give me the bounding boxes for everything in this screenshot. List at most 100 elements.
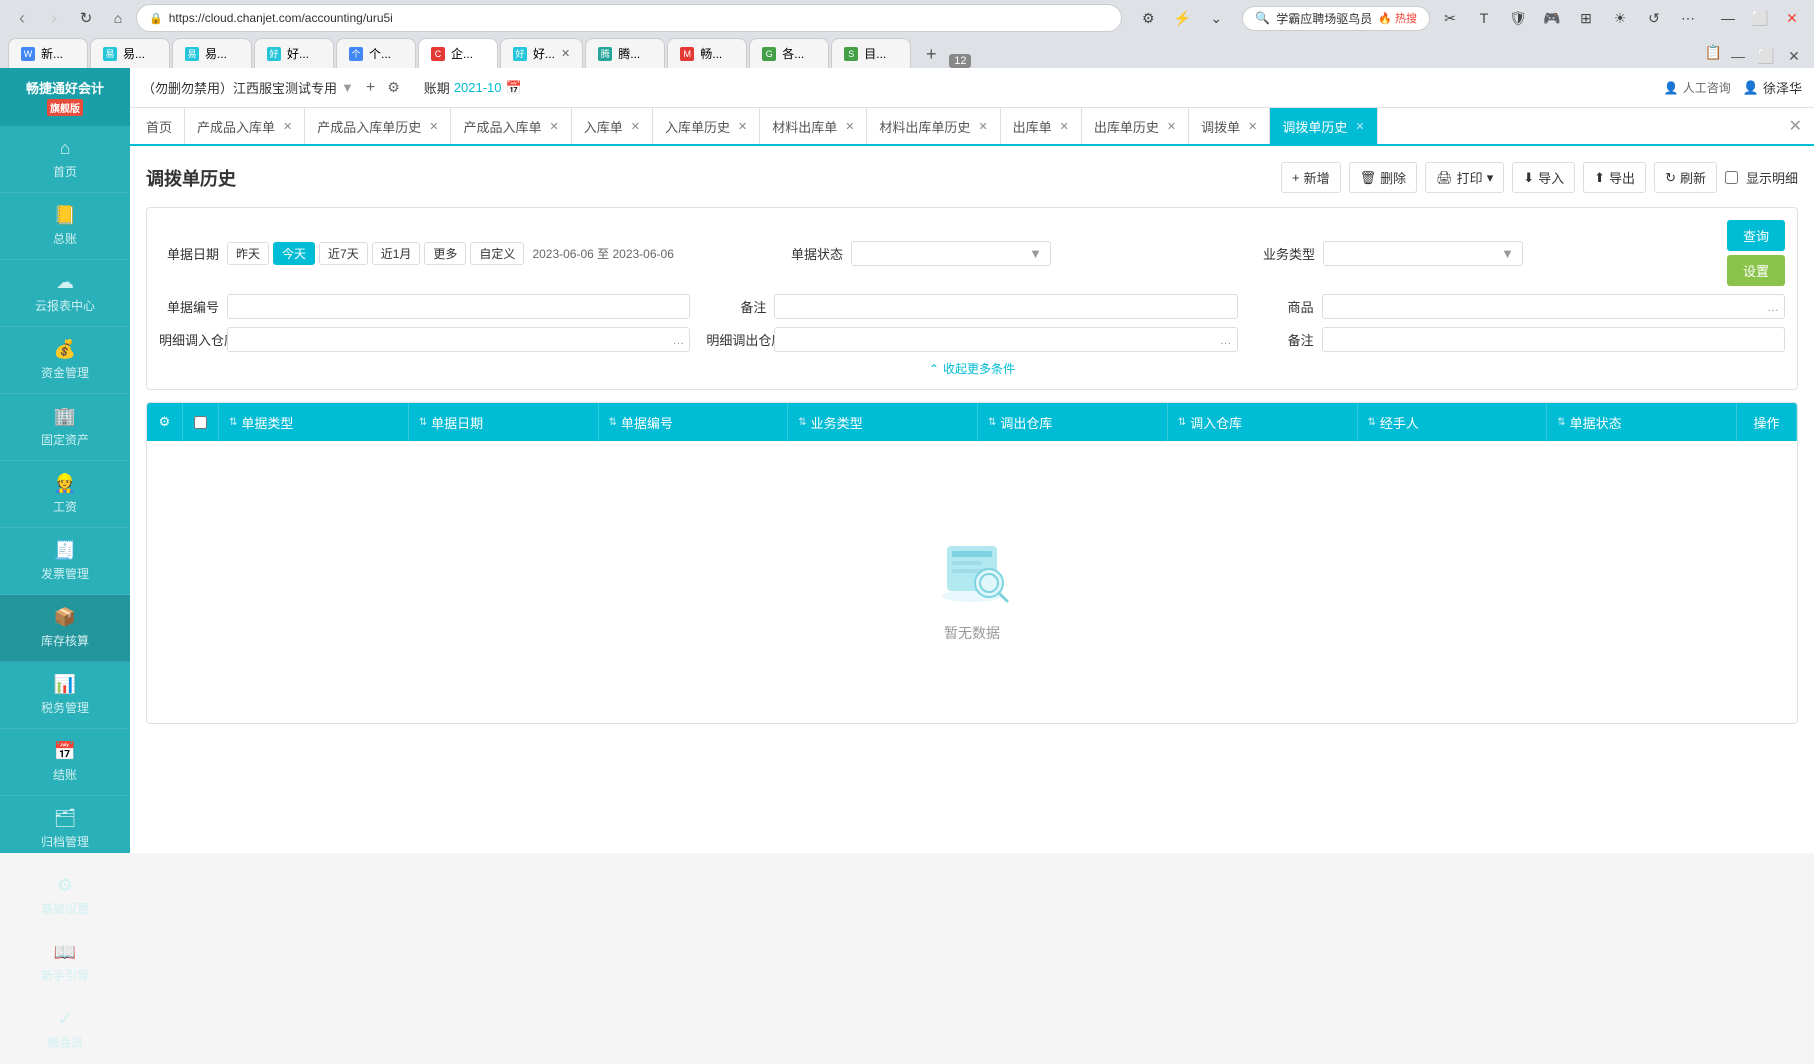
extension-icon-2[interactable]: ⚡ xyxy=(1168,4,1196,32)
sidebar-item-archive[interactable]: 🗂 归档管理 xyxy=(0,796,130,863)
browser-tab-3[interactable]: 易 易... xyxy=(172,38,252,68)
export-btn[interactable]: ⬆ 导出 xyxy=(1583,162,1646,193)
print-btn[interactable]: 🖨 打印 ▾ xyxy=(1425,162,1504,193)
sidebar-item-ledger[interactable]: 📒 总账 xyxy=(0,193,130,260)
import-btn[interactable]: ⬇ 导入 xyxy=(1512,162,1575,193)
th-handler[interactable]: ⇅ 经手人 xyxy=(1358,403,1548,441)
new-tab-btn[interactable]: + xyxy=(917,40,945,68)
browser-tab-10[interactable]: G 各... xyxy=(749,38,829,68)
detail-out-wh-more-icon[interactable]: … xyxy=(1220,333,1232,347)
tab-material-out-close[interactable]: ✕ xyxy=(845,120,854,133)
tab-product-in2[interactable]: 产成品入库单 ✕ xyxy=(451,108,571,144)
new-btn[interactable]: + 新增 xyxy=(1281,162,1341,193)
tab-material-out[interactable]: 材料出库单 ✕ xyxy=(760,108,867,144)
date-btn-today[interactable]: 今天 xyxy=(273,242,315,265)
biz-type-select[interactable]: ▼ xyxy=(1323,241,1523,266)
browser-tab-9[interactable]: M 畅... xyxy=(667,38,747,68)
undo-icon[interactable]: ↺ xyxy=(1640,4,1668,32)
th-status[interactable]: ⇅ 单据状态 xyxy=(1547,403,1737,441)
tab-transfer-history[interactable]: 调拨单历史 ✕ xyxy=(1270,108,1377,144)
tab-out-order-close[interactable]: ✕ xyxy=(1060,120,1069,133)
th-out-wh[interactable]: ⇅ 调出仓库 xyxy=(978,403,1168,441)
sidebar-item-guide[interactable]: 📖 新手引导 xyxy=(0,930,130,997)
tab-transfer[interactable]: 调拨单 ✕ xyxy=(1189,108,1270,144)
date-btn-yesterday[interactable]: 昨天 xyxy=(227,242,269,265)
sidebar-item-assets[interactable]: 🏢 固定资产 xyxy=(0,394,130,461)
sidebar-item-tax[interactable]: 📊 税务管理 xyxy=(0,662,130,729)
settings-btn[interactable]: 设置 xyxy=(1727,255,1785,286)
detail-in-wh-more-icon[interactable]: … xyxy=(672,333,684,347)
game-icon[interactable]: 🎮 xyxy=(1538,4,1566,32)
display-detail-input[interactable] xyxy=(1725,171,1738,184)
display-detail-checkbox[interactable]: 显示明细 xyxy=(1725,168,1798,187)
theme-icon[interactable]: ☀ xyxy=(1606,4,1634,32)
order-num-input[interactable] xyxy=(227,294,690,319)
sidebar-item-capital[interactable]: 💰 资金管理 xyxy=(0,327,130,394)
browser-tab-11[interactable]: S 目... xyxy=(831,38,911,68)
sidebar-item-reports[interactable]: ☁ 云报表中心 xyxy=(0,260,130,327)
sidebar-logo[interactable]: 畅捷通好会计 旗舰版 xyxy=(0,68,130,126)
address-bar[interactable]: 🔒 https://cloud.chanjet.com/accounting/u… xyxy=(136,4,1122,32)
date-btn-custom[interactable]: 自定义 xyxy=(470,242,524,265)
browser-tab-6[interactable]: C 企... xyxy=(418,38,498,68)
sidebar-item-member[interactable]: ✓ 畅会员 xyxy=(0,997,130,1064)
browser-tab-8[interactable]: 腾 腾... xyxy=(585,38,665,68)
date-btn-more[interactable]: 更多 xyxy=(424,242,466,265)
tab-product-in2-close[interactable]: ✕ xyxy=(550,120,559,133)
tab-product-in-close[interactable]: ✕ xyxy=(283,120,292,133)
th-num[interactable]: ⇅ 单据编号 xyxy=(599,403,789,441)
close-all-tabs-btn[interactable]: ✕ xyxy=(1781,112,1810,140)
sidebar-item-wages[interactable]: 👷 工资 xyxy=(0,461,130,528)
th-in-wh[interactable]: ⇅ 调入仓库 xyxy=(1168,403,1358,441)
collapse-btn[interactable]: ⌃ 收起更多条件 xyxy=(929,360,1015,377)
settings-gear-btn[interactable]: ⚙ xyxy=(387,79,400,96)
tab-list-icon[interactable]: 📋 xyxy=(1705,44,1722,68)
tab-in-history[interactable]: 入库单历史 ✕ xyxy=(653,108,760,144)
th-checkbox[interactable] xyxy=(183,403,219,441)
tab-home[interactable]: 首页 xyxy=(134,108,185,144)
add-company-btn[interactable]: + xyxy=(366,79,375,97)
browser-nav-back[interactable]: ‹ xyxy=(8,4,36,32)
sidebar-item-inventory[interactable]: 📦 库存核算 xyxy=(0,595,130,662)
tab-in-order[interactable]: 入库单 ✕ xyxy=(572,108,653,144)
query-btn[interactable]: 查询 xyxy=(1727,220,1785,251)
detail-remark-input[interactable] xyxy=(1322,327,1785,352)
sidebar-item-closing[interactable]: 📅 结账 xyxy=(0,729,130,796)
tab-product-in-history-close[interactable]: ✕ xyxy=(429,120,438,133)
user-info[interactable]: 👤 徐泽华 xyxy=(1743,78,1802,97)
window-close[interactable]: ✕ xyxy=(1778,4,1806,32)
tab-close-7[interactable]: ✕ xyxy=(561,47,570,60)
search-bar[interactable]: 🔍 学霸应聘场驱鸟员 🔥 热搜 xyxy=(1242,6,1430,31)
browser-tab-1[interactable]: W 新... xyxy=(8,38,88,68)
status-select[interactable]: ▼ xyxy=(851,241,1051,266)
browser-reload[interactable]: ↻ xyxy=(72,4,100,32)
cut-icon[interactable]: ✂ xyxy=(1436,4,1464,32)
detail-out-wh-input[interactable] xyxy=(774,327,1237,352)
tab-product-in-history[interactable]: 产成品入库单历史 ✕ xyxy=(305,108,451,144)
tab-out-history-close[interactable]: ✕ xyxy=(1167,120,1176,133)
company-selector[interactable]: （勿删勿禁用）江西服宝测试专用 ▼ xyxy=(142,78,354,97)
shield-icon[interactable]: 🛡 xyxy=(1504,4,1532,32)
browser-tab-4[interactable]: 好 好... xyxy=(254,38,334,68)
browser-home[interactable]: ⌂ xyxy=(104,4,132,32)
tab-material-out-history[interactable]: 材料出库单历史 ✕ xyxy=(867,108,1000,144)
date-btn-7days[interactable]: 近7天 xyxy=(319,242,368,265)
tab-in-order-close[interactable]: ✕ xyxy=(631,120,640,133)
extension-icon-1[interactable]: ⚙ xyxy=(1134,4,1162,32)
delete-btn[interactable]: 🗑 删除 xyxy=(1349,162,1418,193)
tab-product-in[interactable]: 产成品入库单 ✕ xyxy=(185,108,305,144)
browser-tab-7[interactable]: 好 好... ✕ xyxy=(500,38,583,68)
refresh-btn[interactable]: ↻ 刷新 xyxy=(1654,162,1717,193)
th-biz[interactable]: ⇅ 业务类型 xyxy=(788,403,978,441)
browser-more[interactable]: ⋯ xyxy=(1674,4,1702,32)
window-minimize[interactable]: — xyxy=(1714,4,1742,32)
tab-material-out-history-close[interactable]: ✕ xyxy=(978,120,987,133)
sidebar-item-home[interactable]: ⌂ 首页 xyxy=(0,126,130,193)
tab-in-history-close[interactable]: ✕ xyxy=(738,120,747,133)
remark-input[interactable] xyxy=(774,294,1237,319)
period-selector[interactable]: 账期 2021-10 📅 xyxy=(424,78,522,97)
browser-tab-2[interactable]: 易 易... xyxy=(90,38,170,68)
browser-menu[interactable]: ⌄ xyxy=(1202,4,1230,32)
goods-input[interactable] xyxy=(1322,294,1785,319)
translate-icon[interactable]: T xyxy=(1470,4,1498,32)
